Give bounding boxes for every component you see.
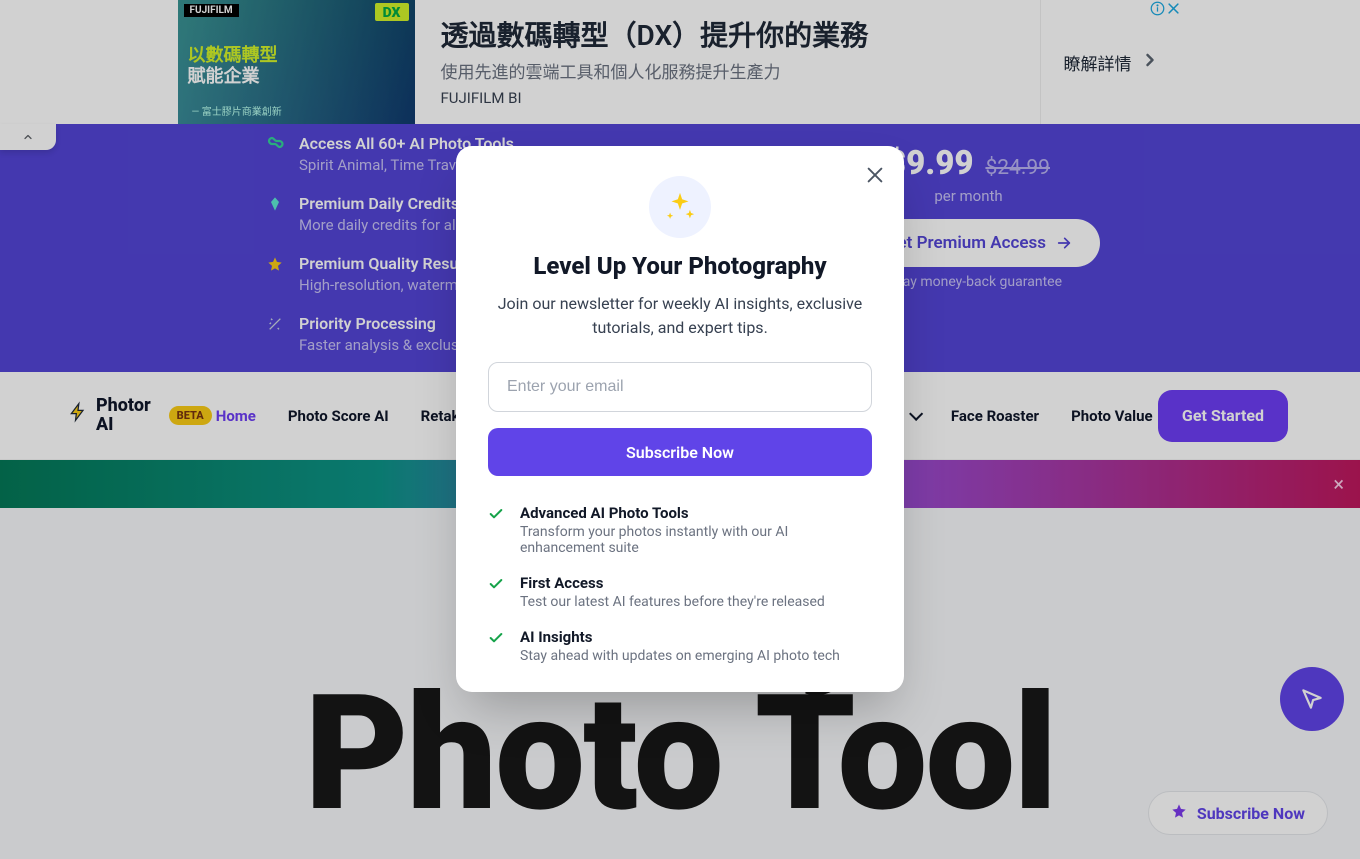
modal-title: Level Up Your Photography — [488, 252, 872, 280]
modal-feature-title: AI Insights — [520, 628, 840, 646]
modal-close-button[interactable] — [864, 160, 886, 193]
check-icon — [488, 628, 506, 664]
modal-feature-title: Advanced AI Photo Tools — [520, 504, 872, 522]
modal-feature-desc: Transform your photos instantly with our… — [520, 524, 872, 556]
modal-feature-desc: Stay ahead with updates on emerging AI p… — [520, 648, 840, 664]
modal-feature: Advanced AI Photo Tools Transform your p… — [488, 504, 872, 556]
sparkles-icon — [649, 176, 711, 238]
check-icon — [488, 574, 506, 610]
modal-feature-desc: Test our latest AI features before they'… — [520, 594, 825, 610]
subscribe-button[interactable]: Subscribe Now — [488, 428, 872, 476]
newsletter-modal: Level Up Your Photography Join our newsl… — [456, 146, 904, 692]
modal-feature: First Access Test our latest AI features… — [488, 574, 872, 610]
check-icon — [488, 504, 506, 556]
modal-feature-title: First Access — [520, 574, 825, 592]
email-input[interactable] — [488, 362, 872, 412]
modal-feature: AI Insights Stay ahead with updates on e… — [488, 628, 872, 664]
modal-subtitle: Join our newsletter for weekly AI insigh… — [488, 292, 872, 340]
